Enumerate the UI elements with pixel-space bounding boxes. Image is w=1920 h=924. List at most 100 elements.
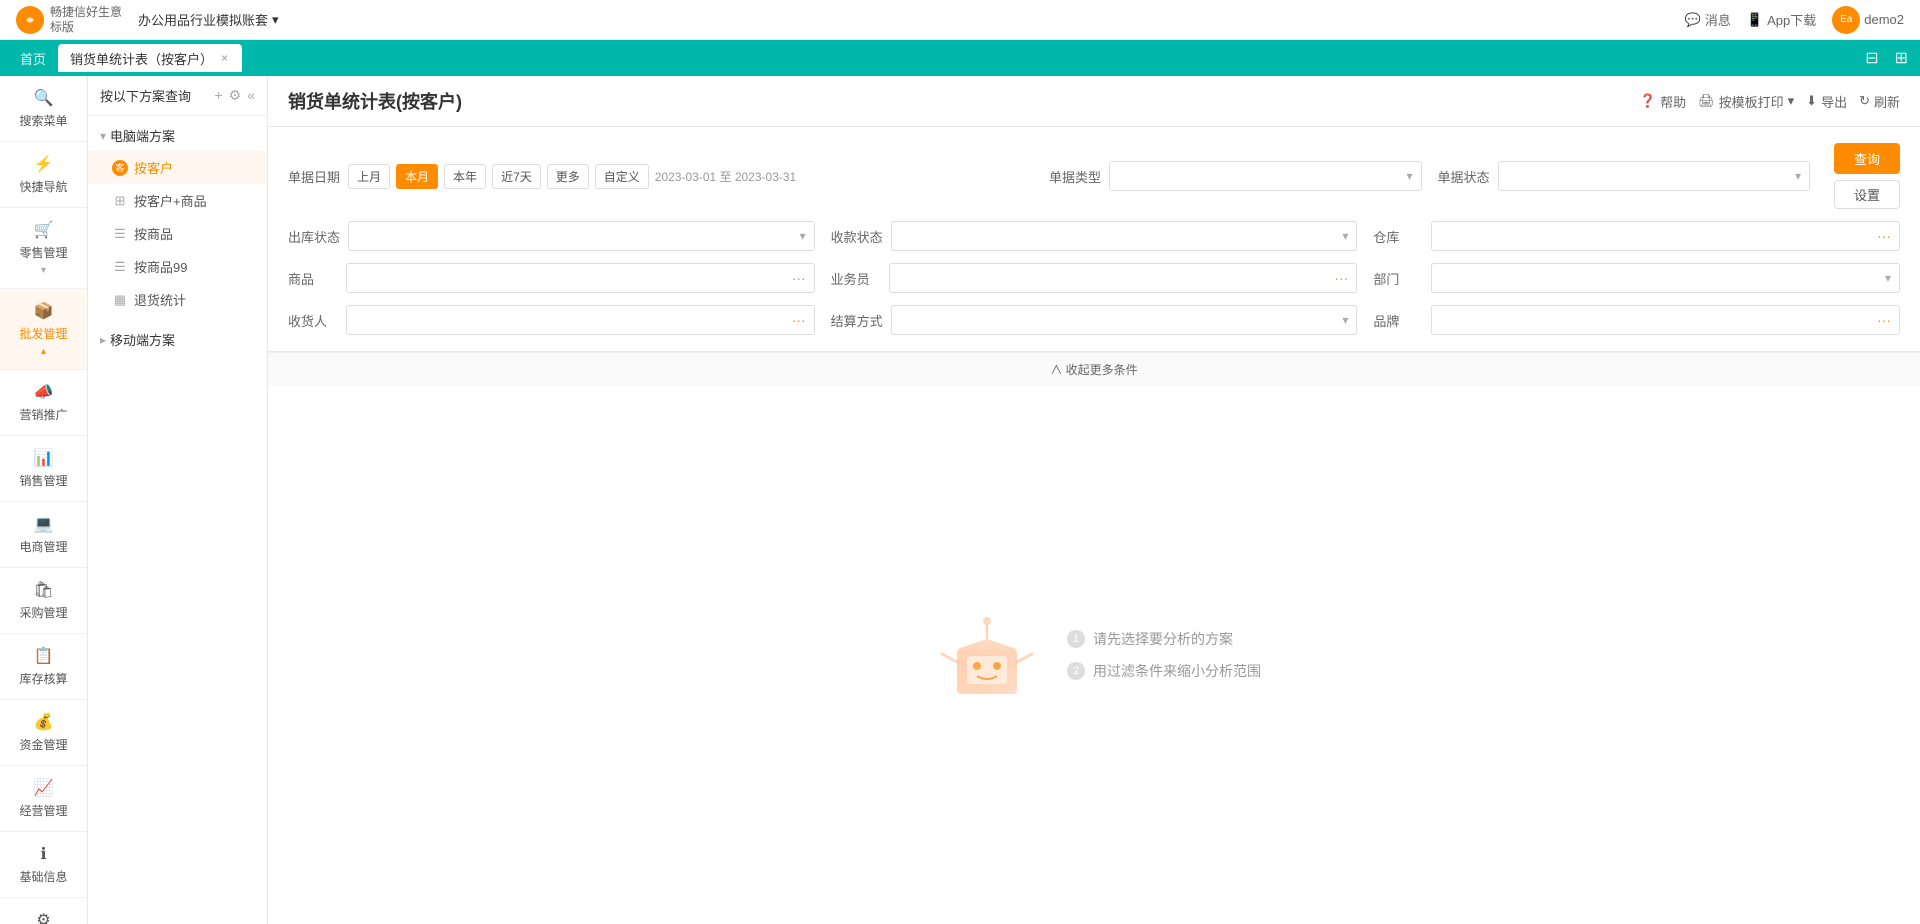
header-right: 💬 消息 📱 App下载 Ea demo2 xyxy=(1685,6,1904,34)
date-btn-7days[interactable]: 近7天 xyxy=(492,164,541,189)
order-type-select[interactable]: ▾ xyxy=(1109,161,1421,191)
tab-home[interactable]: 首页 xyxy=(8,44,58,72)
wholesale-icon: 📦 xyxy=(34,301,54,321)
finance-icon: 💰 xyxy=(34,712,54,732)
sidebar-item-marketing[interactable]: 📣 营销推广 xyxy=(0,370,87,436)
scheme-collapse-icon[interactable]: « xyxy=(247,87,255,104)
scheme-item-by-product[interactable]: ☰ 按商品 xyxy=(88,217,267,250)
date-range: 2023-03-01 至 2023-03-31 xyxy=(655,168,796,185)
empty-illustration xyxy=(927,594,1047,717)
scheme-group-mobile[interactable]: ▸ 移动端方案 xyxy=(88,324,267,355)
filter-section: 单据日期 上月 本月 本年 近7天 更多 自定义 2023-03-01 至 20… xyxy=(268,127,1920,352)
scheme-mobile-group: ▸ 移动端方案 xyxy=(88,320,267,359)
sidebar-item-wholesale[interactable]: 📦 批发管理 ▴ xyxy=(0,289,87,370)
marketing-icon: 📣 xyxy=(34,382,54,402)
messages-button[interactable]: 💬 消息 xyxy=(1685,10,1731,29)
help-button[interactable]: ❓ 帮助 xyxy=(1640,92,1686,111)
sidebar-item-finance[interactable]: 💰 资金管理 xyxy=(0,700,87,766)
scheme-add-icon[interactable]: + xyxy=(214,87,222,104)
filter-settlement: 结算方式 ▾ xyxy=(831,305,1358,335)
warehouse-input[interactable]: ··· xyxy=(1431,221,1900,251)
out-status-arrow-icon: ▾ xyxy=(800,229,806,243)
scheme-grid-icon: ⊞ xyxy=(112,193,128,209)
tab-active[interactable]: 销货单统计表（按客户） × xyxy=(58,44,242,72)
refresh-icon: ↻ xyxy=(1859,93,1870,109)
date-btn-more[interactable]: 更多 xyxy=(547,164,589,189)
tip-num-2: 2 xyxy=(1067,662,1085,680)
operations-icon: 📈 xyxy=(34,778,54,798)
date-btn-thisyear[interactable]: 本年 xyxy=(444,164,486,189)
filter-brand: 品牌 ··· xyxy=(1373,305,1900,335)
mobile-group-arrow-icon: ▸ xyxy=(100,333,106,347)
settlement-label: 结算方式 xyxy=(831,311,883,330)
collapse-bar[interactable]: ∧ 收起更多条件 xyxy=(268,352,1920,386)
print-arrow-icon: ▾ xyxy=(1788,93,1795,109)
sidebar-item-system[interactable]: ⚙ 系统管理 xyxy=(0,898,87,924)
brand-input[interactable]: ··· xyxy=(1431,305,1900,335)
settings-button[interactable]: 设置 xyxy=(1834,180,1900,209)
scheme-item-by-product99[interactable]: ☰ 按商品99 xyxy=(88,250,267,283)
tab-close-icon[interactable]: × xyxy=(219,49,230,67)
sidebar-item-quicknav[interactable]: ⚡ 快捷导航 xyxy=(0,142,87,208)
scheme-item-returns[interactable]: ▦ 退货统计 xyxy=(88,283,267,316)
company-selector[interactable]: 办公用品行业模拟账套 ▾ xyxy=(130,6,287,33)
sidebar-item-sales[interactable]: 📊 销售管理 xyxy=(0,436,87,502)
scheme-panel: 按以下方案查询 + ⚙ « ▾ 电脑端方案 客 xyxy=(88,76,268,924)
scheme-group-desktop[interactable]: ▾ 电脑端方案 xyxy=(88,120,267,151)
date-btn-thismonth[interactable]: 本月 xyxy=(396,164,438,189)
date-buttons: 上月 本月 本年 近7天 更多 自定义 2023-03-01 至 2023-03… xyxy=(348,164,796,189)
payment-status-select[interactable]: ▾ xyxy=(891,221,1358,251)
date-btn-lastmonth[interactable]: 上月 xyxy=(348,164,390,189)
message-icon: 💬 xyxy=(1685,12,1701,28)
search-icon: 🔍 xyxy=(34,88,54,108)
template-print-button[interactable]: 🖨 按模板打印 ▾ xyxy=(1698,92,1794,111)
sidebar-item-search[interactable]: 🔍 搜索菜单 xyxy=(0,76,87,142)
sidebar-item-operations[interactable]: 📈 经营管理 xyxy=(0,766,87,832)
goods-dots-icon: ··· xyxy=(792,270,806,286)
minimize-icon[interactable]: ⊟ xyxy=(1861,44,1882,72)
export-button[interactable]: ⬇ 导出 xyxy=(1806,92,1847,111)
out-status-label: 出库状态 xyxy=(288,227,340,246)
order-status-select[interactable]: ▾ xyxy=(1498,161,1810,191)
app-download-button[interactable]: 📱 App下载 xyxy=(1747,10,1816,29)
goods-label: 商品 xyxy=(288,269,338,288)
collapse-label: ∧ 收起更多条件 xyxy=(1050,363,1137,377)
sidebar-item-ecommerce[interactable]: 💻 电商管理 xyxy=(0,502,87,568)
scheme-item-customer-product[interactable]: ⊞ 按客户+商品 xyxy=(88,184,267,217)
group-arrow-icon: ▾ xyxy=(100,129,106,143)
scheme-table99-icon: ☰ xyxy=(112,259,128,275)
sidebar: 🔍 搜索菜单 ⚡ 快捷导航 🛒 零售管理 ▾ 📦 批发管理 ▴ 📣 营销推广 📊… xyxy=(0,76,88,924)
retail-icon: 🛒 xyxy=(34,220,54,240)
scheme-item-by-customer[interactable]: 客 按客户 xyxy=(88,151,267,184)
sidebar-item-basic[interactable]: ℹ 基础信息 xyxy=(0,832,87,898)
filter-warehouse: 仓库 ··· xyxy=(1373,221,1900,251)
refresh-button[interactable]: ↻ 刷新 xyxy=(1859,92,1900,111)
goods-input[interactable]: ··· xyxy=(346,263,815,293)
filter-row-2: 出库状态 ▾ 收款状态 ▾ xyxy=(288,221,1900,251)
out-status-select[interactable]: ▾ xyxy=(348,221,815,251)
salesman-input[interactable]: ··· xyxy=(889,263,1358,293)
maximize-icon[interactable]: ⊞ xyxy=(1891,44,1912,72)
arrow-up-icon: ▴ xyxy=(41,346,46,357)
avatar: Ea xyxy=(1832,6,1860,34)
department-select[interactable]: ▾ xyxy=(1431,263,1900,293)
scheme-settings-icon[interactable]: ⚙ xyxy=(229,87,242,104)
user-profile[interactable]: Ea demo2 xyxy=(1832,6,1904,34)
date-label: 单据日期 xyxy=(288,167,340,186)
receiver-input[interactable]: ··· xyxy=(346,305,815,335)
empty-tips: 1 请先选择要分析的方案 2 用过滤条件来缩小分析范围 xyxy=(1067,629,1261,681)
query-button[interactable]: 查询 xyxy=(1834,143,1900,174)
scheme-desktop-group: ▾ 电脑端方案 客 按客户 ⊞ 按客户+商品 ☰ 按商品 xyxy=(88,116,267,320)
date-btn-custom[interactable]: 自定义 xyxy=(595,164,649,189)
basic-icon: ℹ xyxy=(40,844,46,864)
empty-tip-2: 2 用过滤条件来缩小分析范围 xyxy=(1067,661,1261,681)
empty-state: 1 请先选择要分析的方案 2 用过滤条件来缩小分析范围 xyxy=(268,386,1920,924)
sidebar-item-retail[interactable]: 🛒 零售管理 ▾ xyxy=(0,208,87,289)
sidebar-item-purchase[interactable]: 🛍 采购管理 xyxy=(0,568,87,634)
page-actions: ❓ 帮助 🖨 按模板打印 ▾ ⬇ 导出 ↻ xyxy=(1640,92,1900,111)
filter-goods: 商品 ··· xyxy=(288,263,815,293)
settlement-select[interactable]: ▾ xyxy=(891,305,1358,335)
ecommerce-icon: 💻 xyxy=(34,514,54,534)
sidebar-item-inventory[interactable]: 📋 库存核算 xyxy=(0,634,87,700)
scheme-customer-icon: 客 xyxy=(112,160,128,176)
